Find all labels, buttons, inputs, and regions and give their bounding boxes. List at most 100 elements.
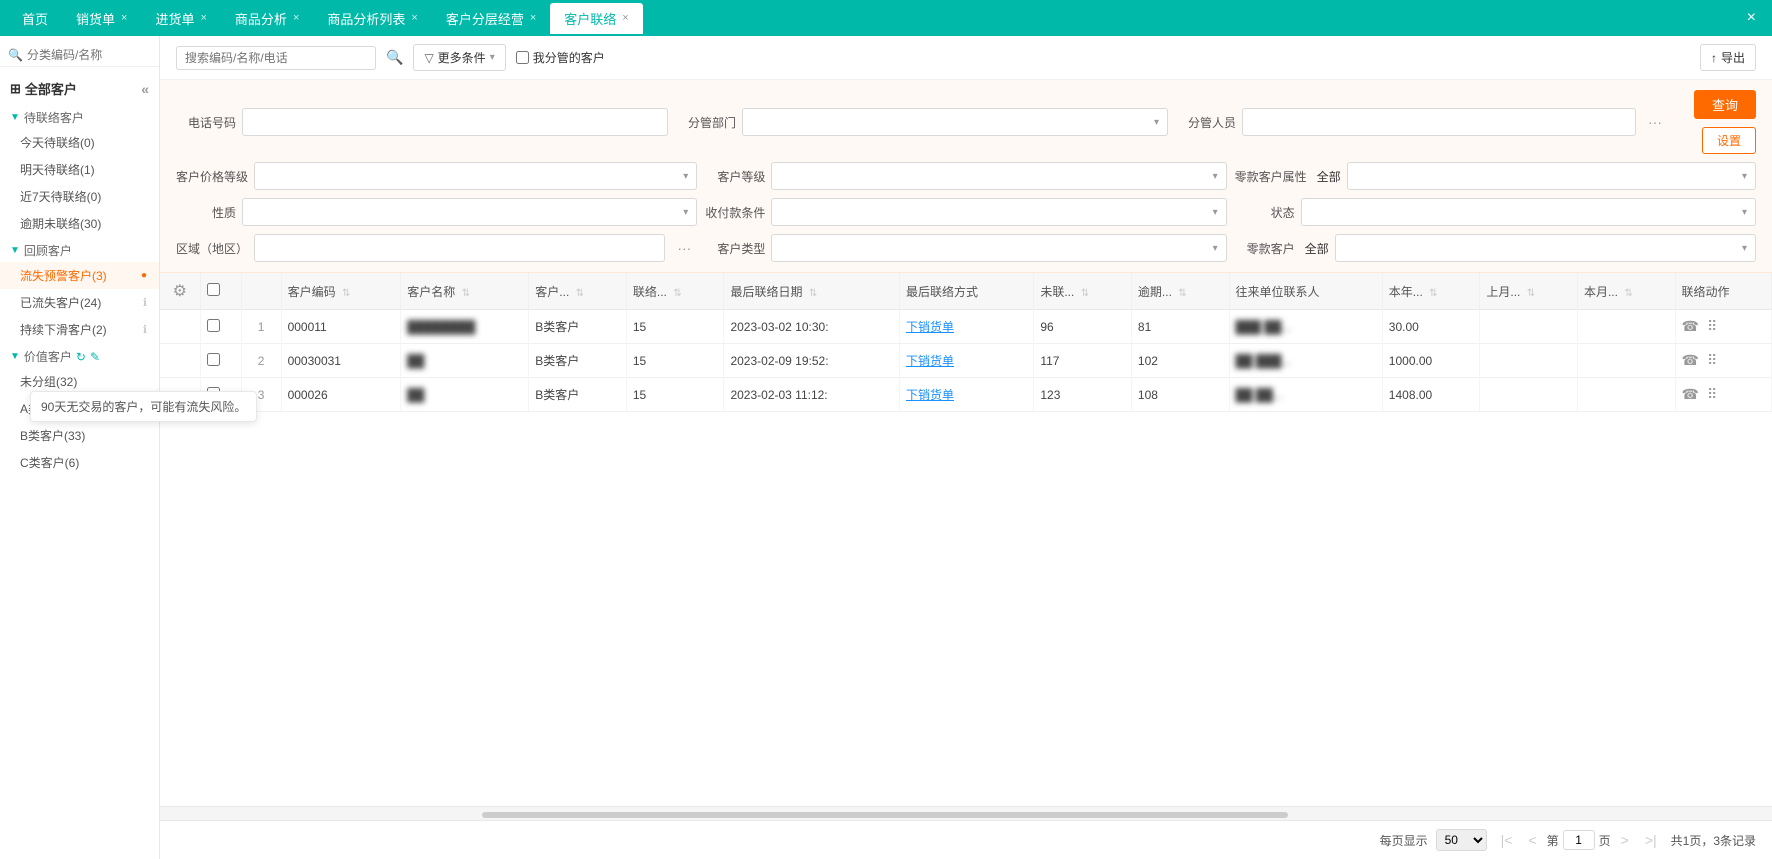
filter-select-customer-level[interactable]: ▾ (771, 162, 1226, 190)
filter-select-zero-attr[interactable]: ▾ (1347, 162, 1756, 190)
th-settings[interactable]: ⚙ (160, 273, 200, 310)
th-level[interactable]: 客户... ⇅ (529, 273, 627, 310)
sidebar-group-value[interactable]: ▼ 价值客户 ↻ ✎ (0, 343, 159, 368)
my-customers-checkbox-label[interactable]: 我分管的客户 (516, 49, 605, 66)
next-page-btn[interactable]: > (1615, 830, 1635, 850)
settings-button[interactable]: 设置 (1702, 127, 1756, 154)
prev-page-btn[interactable]: < (1522, 830, 1542, 850)
sidebar-group-pending-contact[interactable]: ▼ 待联络客户 (0, 104, 159, 129)
td-checkbox-1[interactable] (200, 310, 241, 344)
filter-select-manager[interactable] (1242, 108, 1636, 136)
tab-analysis[interactable]: 商品分析 × (221, 3, 313, 34)
filter-select-region[interactable] (254, 234, 665, 262)
td-unit-contact-2: ██ ███... (1229, 344, 1382, 378)
row-checkbox-2[interactable] (207, 353, 220, 366)
more-action-icon-1[interactable]: ⠿ (1707, 318, 1717, 335)
sidebar-item-retain-down[interactable]: 持续下滑客户(2) ℹ (0, 316, 159, 343)
sidebar-item-c-class[interactable]: C类客户(6) (0, 449, 159, 476)
phone-action-icon-1[interactable]: ☎ (1682, 318, 1699, 335)
filter-search-icon[interactable]: 🔍 (386, 49, 403, 66)
th-this-year[interactable]: 本年... ⇅ (1382, 273, 1480, 310)
more-action-icon-3[interactable]: ⠿ (1707, 386, 1717, 403)
first-page-btn[interactable]: |< (1495, 830, 1519, 850)
sidebar-search-input[interactable] (27, 48, 151, 62)
filter-label-zero-customer: 零款客户 (1235, 240, 1295, 257)
td-last-contact-method-2[interactable]: 下销货单 (900, 344, 1034, 378)
page-unit: 页 (1599, 832, 1611, 849)
home-tab[interactable]: 首页 (8, 3, 62, 34)
my-customers-checkbox[interactable] (516, 51, 529, 64)
close-purchase-tab[interactable]: × (200, 12, 206, 24)
refresh-icon[interactable]: ↻ (76, 350, 86, 364)
filter-input-phone[interactable] (242, 108, 668, 136)
td-name-2: ██ (401, 344, 529, 378)
phone-action-icon-3[interactable]: ☎ (1682, 386, 1699, 403)
region-ellipsis-btn[interactable]: ··· (671, 240, 697, 256)
th-code[interactable]: 客户编码 ⇅ (281, 273, 401, 310)
tab-customer-contact[interactable]: 客户联络 × (550, 3, 642, 34)
tab-purchase[interactable]: 进货单 × (141, 3, 220, 34)
sidebar-item-today[interactable]: 今天待联络(0) (0, 129, 159, 156)
more-conditions-btn[interactable]: ▽ 更多条件 ▾ (413, 44, 505, 71)
phone-action-icon-2[interactable]: ☎ (1682, 352, 1699, 369)
td-last-contact-date-1: 2023-03-02 10:30: (724, 310, 900, 344)
th-this-month[interactable]: 本月... ⇅ (1577, 273, 1675, 310)
sidebar-item-week[interactable]: 近7天待联络(0) (0, 183, 159, 210)
th-overdue[interactable]: 逾期... ⇅ (1131, 273, 1229, 310)
export-icon: ↑ (1711, 51, 1717, 65)
manager-ellipsis-btn[interactable]: ··· (1642, 114, 1668, 130)
close-customer-tier-tab[interactable]: × (530, 12, 536, 24)
filter-search-input[interactable] (176, 46, 376, 70)
tab-analysis-list[interactable]: 商品分析列表 × (313, 3, 431, 34)
last-page-btn[interactable]: >| (1639, 830, 1663, 850)
filter-select-price-level[interactable]: ▾ (254, 162, 697, 190)
td-overdue-2: 102 (1131, 344, 1229, 378)
tab-sales[interactable]: 销货单 × (62, 3, 141, 34)
th-name[interactable]: 客户名称 ⇅ (401, 273, 529, 310)
close-analysis-list-tab[interactable]: × (411, 12, 417, 24)
close-analysis-tab[interactable]: × (293, 12, 299, 24)
th-last-contact-method[interactable]: 最后联络方式 (900, 273, 1034, 310)
td-last-contact-method-1[interactable]: 下销货单 (900, 310, 1034, 344)
per-page-select[interactable]: 50 100 (1436, 829, 1487, 851)
edit-icon[interactable]: ✎ (90, 350, 100, 364)
sidebar-item-b-class[interactable]: B类客户(33) (0, 422, 159, 449)
table-row: 2 00030031 ██ B类客户 15 2023-02-09 19:52: … (160, 344, 1772, 378)
table-area: ⚙ 客户编码 ⇅ 客户名称 ⇅ (160, 273, 1772, 806)
close-all-button[interactable]: × (1739, 9, 1764, 27)
more-action-icon-2[interactable]: ⠿ (1707, 352, 1717, 369)
sidebar-item-already-lost[interactable]: 已流失客户(24) ℹ (0, 289, 159, 316)
sidebar-all-customers[interactable]: ⊞ 全部客户 « (0, 73, 159, 104)
settings-gear-icon[interactable]: ⚙ (173, 283, 187, 300)
td-not-contacted-1: 96 (1034, 310, 1132, 344)
page-number-input[interactable] (1563, 830, 1595, 850)
zero-customer-dropdown-icon: ▾ (1742, 243, 1747, 254)
filter-select-nature[interactable]: ▾ (242, 198, 697, 226)
select-all-checkbox[interactable] (207, 283, 220, 296)
sidebar-item-loss-warning[interactable]: 流失预警客户(3) ● (0, 262, 159, 289)
th-last-contact-date[interactable]: 最后联络日期 ⇅ (724, 273, 900, 310)
filter-select-zero-customer[interactable]: ▾ (1335, 234, 1756, 262)
filter-select-dept[interactable]: ▾ (742, 108, 1168, 136)
sidebar-item-tomorrow[interactable]: 明天待联络(1) (0, 156, 159, 183)
customer-type-dropdown-icon: ▾ (1213, 243, 1218, 254)
filter-select-payment-terms[interactable]: ▾ (771, 198, 1226, 226)
close-sales-tab[interactable]: × (121, 12, 127, 24)
export-btn[interactable]: ↑ 导出 (1700, 44, 1756, 71)
tab-customer-tier[interactable]: 客户分层经营 × (432, 3, 550, 34)
close-customer-contact-tab[interactable]: × (622, 12, 628, 24)
horizontal-scrollbar[interactable] (160, 806, 1772, 820)
td-last-contact-method-3[interactable]: 下销货单 (900, 378, 1034, 412)
filter-select-status[interactable]: ▾ (1301, 198, 1756, 226)
th-unit-contact[interactable]: 往来单位联系人 (1229, 273, 1382, 310)
sidebar-item-overdue[interactable]: 逾期未联络(30) (0, 210, 159, 237)
filter-select-customer-type[interactable]: ▾ (771, 234, 1226, 262)
th-checkbox[interactable] (200, 273, 241, 310)
sidebar-group-lost[interactable]: ▼ 回顾客户 (0, 237, 159, 262)
row-checkbox-1[interactable] (207, 319, 220, 332)
th-not-contacted[interactable]: 未联... ⇅ (1034, 273, 1132, 310)
td-checkbox-2[interactable] (200, 344, 241, 378)
th-last-month[interactable]: 上月... ⇅ (1480, 273, 1578, 310)
th-contact[interactable]: 联络... ⇅ (626, 273, 724, 310)
query-button[interactable]: 查询 (1694, 90, 1756, 119)
